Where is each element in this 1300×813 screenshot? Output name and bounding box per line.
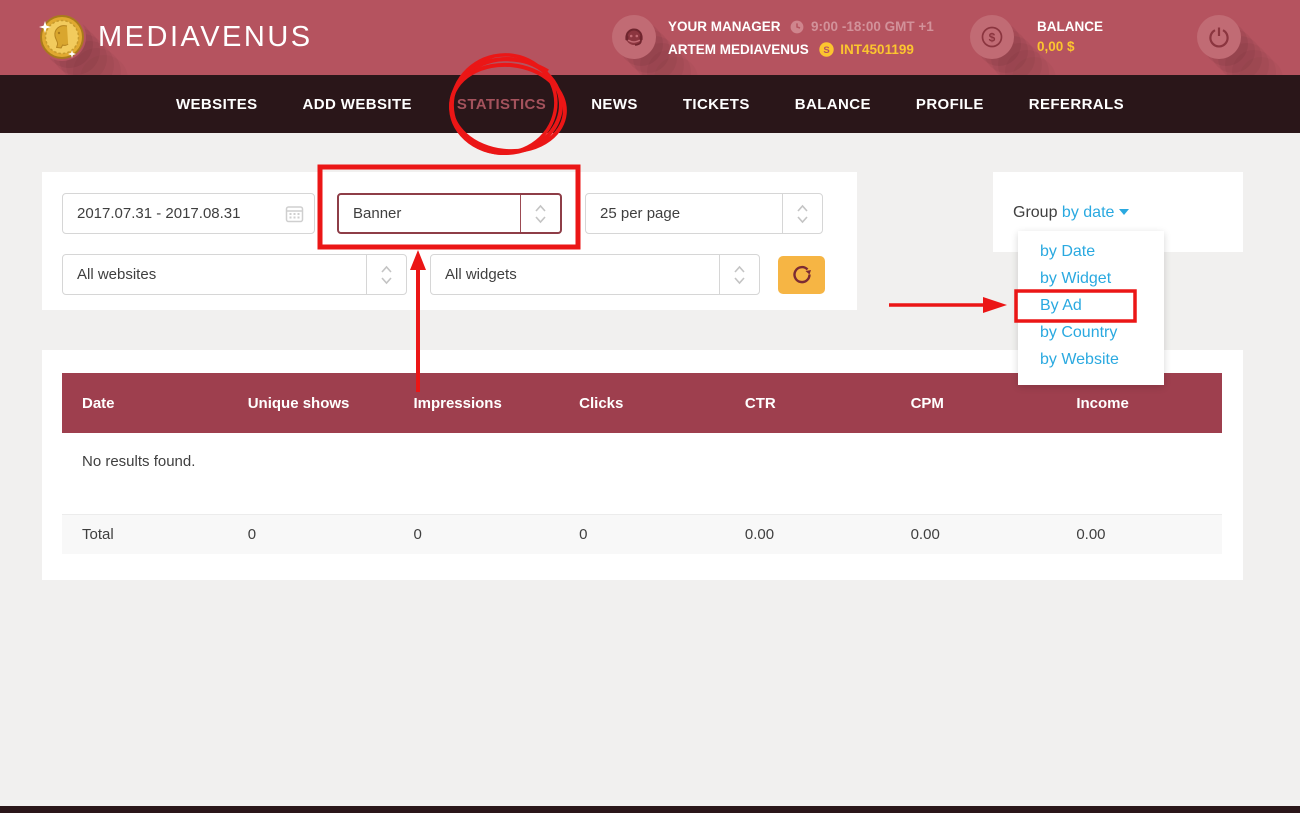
total-row: Total 0 0 0 0.00 0.00 0.00: [62, 514, 1222, 554]
nav-item-news[interactable]: NEWS: [591, 96, 638, 113]
logout-button[interactable]: [1197, 15, 1241, 59]
group-option-by-date[interactable]: by Date: [1018, 238, 1164, 265]
manager-label: YOUR MANAGER: [668, 19, 781, 34]
group-option-by-website[interactable]: by Website: [1018, 346, 1164, 373]
col-income: Income: [1076, 394, 1129, 412]
col-impressions: Impressions: [413, 394, 502, 412]
col-ctr: CTR: [744, 394, 776, 412]
website-select[interactable]: All websites: [62, 254, 407, 295]
statistics-page: MEDIAVENUS YOUR MANAGER 9:00 -18:00 GMT …: [0, 0, 1300, 813]
chevron-updown-icon[interactable]: [719, 255, 759, 294]
total-label: Total: [82, 526, 114, 543]
main-nav: WEBSITES ADD WEBSITE STATISTICS NEWS TIC…: [0, 75, 1300, 133]
col-cpm: CPM: [910, 394, 944, 412]
headset-icon: [625, 28, 643, 46]
brand-name[interactable]: MEDIAVENUS: [98, 0, 313, 75]
chevron-updown-icon[interactable]: [520, 195, 560, 232]
clock-icon: [790, 20, 804, 40]
widget-select[interactable]: All widgets: [430, 254, 760, 295]
date-range-value: 2017.07.31 - 2017.08.31: [77, 205, 241, 222]
nav-item-profile[interactable]: PROFILE: [916, 96, 984, 113]
nav-item-balance[interactable]: BALANCE: [795, 96, 871, 113]
total-unique-shows: 0: [247, 526, 257, 543]
manager-name: ARTEM MEDIAVENUS: [668, 42, 809, 57]
total-ctr: 0.00: [744, 526, 775, 543]
total-impressions: 0: [413, 526, 422, 543]
nav-item-tickets[interactable]: TICKETS: [683, 96, 750, 113]
group-by-control: Group by date: [1013, 204, 1130, 222]
total-cpm: 0.00: [910, 526, 940, 543]
footer-bar: [0, 806, 1300, 813]
nav-item-statistics[interactable]: STATISTICS: [457, 96, 546, 113]
empty-message: No results found.: [82, 453, 196, 470]
col-clicks: Clicks: [579, 394, 624, 412]
per-page-value: 25 per page: [600, 205, 681, 222]
group-selected[interactable]: by date: [1062, 204, 1114, 221]
balance-button[interactable]: $: [970, 15, 1014, 59]
balance-info: BALANCE 0,00 $: [1037, 17, 1103, 57]
calendar-icon[interactable]: [274, 204, 314, 223]
coin-logo-icon: [39, 15, 84, 59]
widget-value: All widgets: [445, 266, 517, 283]
date-range-input[interactable]: 2017.07.31 - 2017.08.31: [62, 193, 315, 234]
refresh-button[interactable]: [778, 256, 825, 294]
manager-skype-id[interactable]: INT4501199: [840, 42, 914, 57]
balance-label: BALANCE: [1037, 19, 1103, 34]
support-button[interactable]: [612, 15, 656, 59]
chevron-updown-icon[interactable]: [782, 194, 822, 233]
nav-item-referrals[interactable]: REFERRALS: [1029, 96, 1124, 113]
group-by-dropdown: by Date by Widget By Ad by Country by We…: [1018, 231, 1164, 385]
dollar-icon: $: [981, 26, 1003, 48]
caret-down-icon: [1119, 209, 1130, 215]
balance-value[interactable]: 0,00 $: [1037, 37, 1103, 57]
brand-logo[interactable]: [38, 13, 86, 61]
ad-type-value: Banner: [353, 205, 402, 222]
total-clicks: 0: [579, 526, 588, 543]
per-page-select[interactable]: 25 per page: [585, 193, 823, 234]
nav-item-websites[interactable]: WEBSITES: [176, 96, 258, 113]
svg-text:S: S: [823, 45, 829, 56]
power-icon: [1209, 27, 1229, 48]
skype-icon: S: [818, 42, 834, 63]
group-option-by-country[interactable]: by Country: [1018, 319, 1164, 346]
manager-info: YOUR MANAGER 9:00 -18:00 GMT +1 ARTEM ME…: [668, 17, 934, 63]
total-income: 0.00: [1076, 526, 1106, 543]
refresh-icon: [792, 265, 811, 284]
group-label: Group: [1013, 204, 1058, 221]
nav-item-add-website[interactable]: ADD WEBSITE: [303, 96, 412, 113]
chevron-updown-icon[interactable]: [366, 255, 406, 294]
col-date: Date: [82, 394, 115, 412]
ad-type-select[interactable]: Banner: [337, 193, 562, 234]
col-unique-shows: Unique shows: [247, 394, 350, 412]
top-header: MEDIAVENUS YOUR MANAGER 9:00 -18:00 GMT …: [0, 0, 1300, 75]
group-option-by-ad[interactable]: By Ad: [1018, 292, 1164, 319]
group-option-by-widget[interactable]: by Widget: [1018, 265, 1164, 292]
svg-text:$: $: [989, 31, 996, 45]
manager-hours: 9:00 -18:00 GMT +1: [811, 19, 934, 34]
website-value: All websites: [77, 266, 157, 283]
